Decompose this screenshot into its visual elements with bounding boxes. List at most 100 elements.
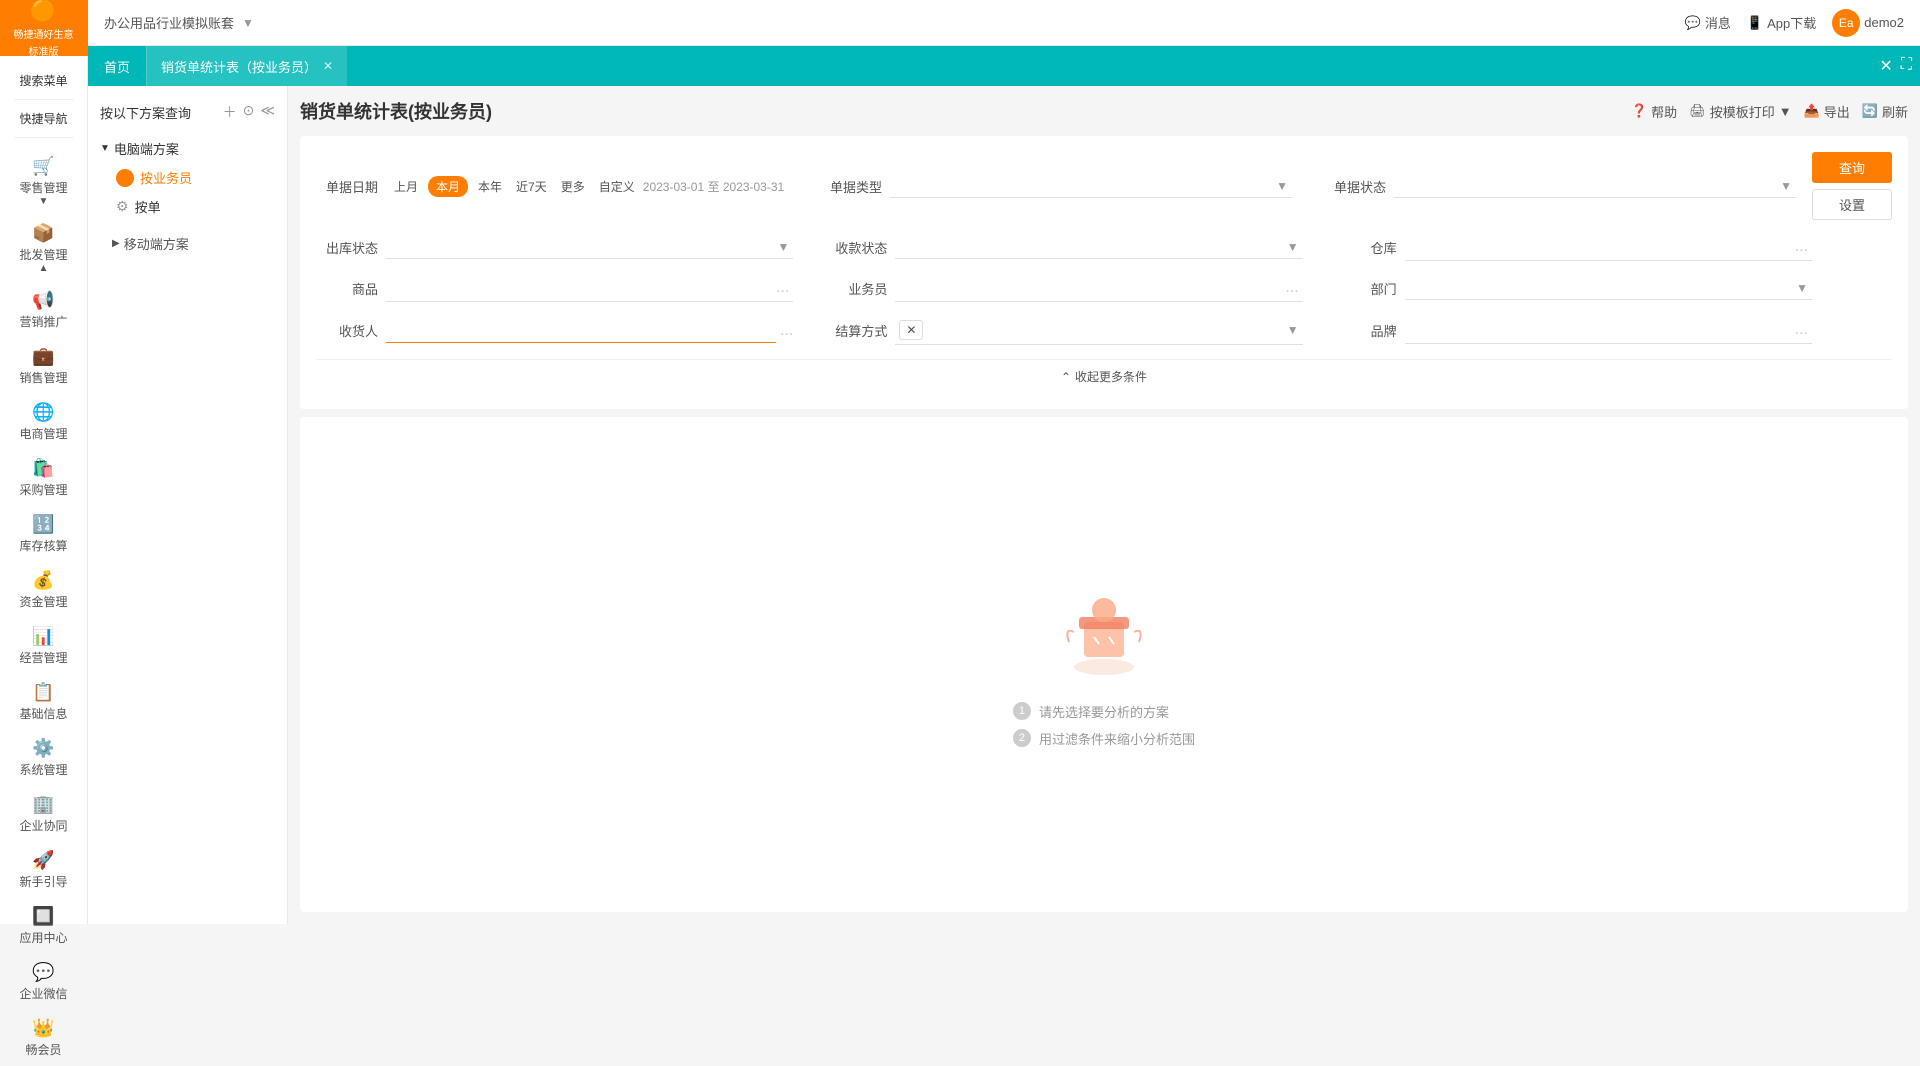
date-tab-more[interactable]: 更多 bbox=[557, 176, 589, 197]
sidebar-item-system[interactable]: ⚙️ 系统管理 bbox=[0, 730, 87, 786]
refresh-icon: 🔄 bbox=[1862, 103, 1878, 119]
empty-icon bbox=[1054, 582, 1154, 682]
salesman-scheme-dot bbox=[116, 169, 134, 187]
receiver-dots[interactable]: ... bbox=[780, 322, 793, 340]
sidebar-quick-nav[interactable]: 快捷导航 bbox=[19, 104, 67, 133]
sidebar-item-purchase[interactable]: 🛍️ 采购管理 bbox=[0, 450, 87, 506]
sidebar-item-purchase-label: 采购管理 bbox=[19, 481, 67, 498]
goods-select[interactable]: ... bbox=[386, 275, 793, 302]
pc-scheme-section: ▼ 电脑端方案 按业务员 ⚙ 按单 bbox=[88, 130, 287, 225]
sidebar-item-inventory[interactable]: 🔢 库存核算 bbox=[0, 506, 87, 562]
tip-2-num: 2 bbox=[1013, 729, 1031, 747]
edit-scheme-btn[interactable]: ⊙ bbox=[243, 102, 255, 122]
collapse-bar[interactable]: ⌃ 收起更多条件 bbox=[316, 359, 1892, 393]
msg-btn[interactable]: 💬 消息 bbox=[1685, 13, 1731, 32]
user-section[interactable]: Ea demo2 bbox=[1832, 9, 1904, 37]
doc-status-arrow: ▼ bbox=[1780, 179, 1792, 193]
sidebar-item-retail[interactable]: 🛒 零售管理 ▼ bbox=[0, 148, 87, 215]
page-title-area: 销货单统计表(按业务员) ❓ 帮助 🖨 按模板打印 ▼ 📤 导出 bbox=[300, 98, 1908, 124]
out-status-select[interactable]: ▼ bbox=[386, 236, 793, 259]
receiver-input[interactable] bbox=[386, 319, 776, 343]
scheme-item-salesman[interactable]: 按业务员 bbox=[88, 163, 287, 192]
filter-receiver: 收货人 ... bbox=[316, 319, 793, 343]
top-header-left: 办公用品行业模拟账套 ▼ bbox=[104, 13, 254, 32]
filter-out-status: 出库状态 ▼ bbox=[316, 236, 793, 259]
app-download-btn[interactable]: 📱 App下载 bbox=[1747, 13, 1816, 32]
dept-label: 部门 bbox=[1335, 279, 1405, 298]
sidebar-item-marketing[interactable]: 📢 营销推广 bbox=[0, 282, 87, 338]
sidebar-item-sales[interactable]: 💼 销售管理 bbox=[0, 338, 87, 394]
sidebar-item-member-label: 畅会员 bbox=[25, 1041, 61, 1058]
sidebar-item-wholesale[interactable]: 📦 批发管理 ▲ bbox=[0, 215, 87, 282]
sidebar-item-enterprise[interactable]: 🏢 企业协同 bbox=[0, 786, 87, 842]
print-btn[interactable]: 🖨 按模板打印 ▼ bbox=[1689, 102, 1791, 121]
date-tabs: 上月 本月 本年 近7天 更多 自定义 bbox=[390, 176, 639, 197]
goods-dots[interactable]: ... bbox=[776, 279, 789, 297]
export-btn[interactable]: 📤 导出 bbox=[1804, 102, 1850, 121]
sidebar-item-apps[interactable]: 🔲 应用中心 bbox=[0, 898, 87, 954]
sidebar-item-sales-label: 销售管理 bbox=[19, 369, 67, 386]
sidebar-item-operation[interactable]: 📊 经营管理 bbox=[0, 618, 87, 674]
doc-status-select[interactable]: ▼ bbox=[1394, 175, 1796, 198]
date-tab-lastmonth[interactable]: 上月 bbox=[390, 176, 422, 197]
salesman-select[interactable]: ... bbox=[895, 275, 1302, 302]
settle-tag-x[interactable]: ✕ bbox=[906, 323, 916, 337]
warehouse-dots[interactable]: ... bbox=[1795, 238, 1808, 256]
sidebar: 🟠 畅捷通好生意 标准版 搜索菜单 快捷导航 🛒 零售管理 ▼ 📦 批发管理 ▲… bbox=[0, 0, 88, 924]
sidebar-item-guide-label: 新手引导 bbox=[19, 873, 67, 890]
mobile-scheme-header[interactable]: ▶ 移动端方案 bbox=[88, 229, 287, 258]
main-area: 办公用品行业模拟账套 ▼ 💬 消息 📱 App下载 Ea demo2 首页 bbox=[88, 0, 1920, 924]
scheme-item-order-label: 按单 bbox=[135, 197, 161, 216]
sidebar-item-guide[interactable]: 🚀 新手引导 bbox=[0, 842, 87, 898]
ecommerce-icon: 🌐 bbox=[32, 402, 54, 423]
scheme-item-order[interactable]: ⚙ 按单 bbox=[88, 192, 287, 221]
window-minimize-btn[interactable]: ✕ bbox=[1879, 56, 1892, 76]
add-scheme-btn[interactable]: ＋ bbox=[223, 102, 237, 122]
dept-select[interactable]: ▼ bbox=[1405, 277, 1812, 300]
date-tab-7days[interactable]: 近7天 bbox=[512, 176, 551, 197]
warehouse-select[interactable]: ... bbox=[1405, 234, 1812, 261]
salesman-dots[interactable]: ... bbox=[1285, 279, 1298, 297]
tab-home[interactable]: 首页 bbox=[88, 46, 146, 86]
doc-type-select[interactable]: ▼ bbox=[890, 175, 1292, 198]
purchase-icon: 🛍️ bbox=[32, 458, 54, 479]
settle-select[interactable]: ✕ ▼ bbox=[895, 316, 1302, 345]
pc-scheme-header[interactable]: ▼ 电脑端方案 bbox=[88, 134, 287, 163]
tab-sales-stat[interactable]: 销货单统计表（按业务员） ✕ bbox=[146, 46, 347, 86]
sidebar-item-ecommerce[interactable]: 🌐 电商管理 bbox=[0, 394, 87, 450]
sidebar-item-wechat[interactable]: 💬 企业微信 bbox=[0, 954, 87, 1010]
filter-date: 单据日期 上月 本月 本年 近7天 更多 自定义 2023-03-01 至 20… bbox=[316, 176, 788, 197]
help-btn[interactable]: ❓ 帮助 bbox=[1631, 102, 1677, 121]
collapse-arrow: ⌃ bbox=[1061, 370, 1071, 384]
date-tab-custom[interactable]: 自定义 bbox=[595, 176, 639, 197]
msg-icon: 💬 bbox=[1685, 15, 1701, 31]
sidebar-item-finance[interactable]: 💰 资金管理 bbox=[0, 562, 87, 618]
tab-close-icon[interactable]: ✕ bbox=[323, 59, 333, 73]
sidebar-item-wechat-label: 企业微信 bbox=[19, 985, 67, 1002]
logo[interactable]: 🟠 畅捷通好生意 标准版 bbox=[0, 0, 88, 56]
refresh-btn[interactable]: 🔄 刷新 bbox=[1862, 102, 1908, 121]
window-maximize-btn[interactable]: ⛶ bbox=[1901, 56, 1912, 76]
tip-2-text: 用过滤条件来缩小分析范围 bbox=[1039, 729, 1195, 748]
top-title-dropdown-icon[interactable]: ▼ bbox=[242, 16, 254, 30]
doc-type-arrow: ▼ bbox=[1276, 179, 1288, 193]
basic-icon: 📋 bbox=[32, 682, 54, 703]
empty-tip-1: 1 请先选择要分析的方案 bbox=[1013, 702, 1195, 721]
tab-window-controls: ✕ ⛶ bbox=[1879, 56, 1912, 76]
date-tab-thisyear[interactable]: 本年 bbox=[474, 176, 506, 197]
top-header: 办公用品行业模拟账套 ▼ 💬 消息 📱 App下载 Ea demo2 bbox=[88, 0, 1920, 46]
sidebar-item-member[interactable]: 👑 畅会员 bbox=[0, 1010, 87, 1066]
pay-status-select[interactable]: ▼ bbox=[895, 236, 1302, 259]
settings-button[interactable]: 设置 bbox=[1812, 189, 1892, 220]
sidebar-search-label[interactable]: 搜索菜单 bbox=[19, 66, 67, 95]
sales-icon: 💼 bbox=[32, 346, 54, 367]
date-tab-thismonth[interactable]: 本月 bbox=[428, 176, 468, 197]
settle-label: 结算方式 bbox=[825, 321, 895, 340]
marketing-icon: 📢 bbox=[32, 290, 54, 311]
collapse-panel-btn[interactable]: ≪ bbox=[260, 102, 275, 122]
brand-dots[interactable]: ... bbox=[1795, 321, 1808, 339]
print-icon: 🖨 bbox=[1689, 103, 1706, 119]
sidebar-item-basic[interactable]: 📋 基础信息 bbox=[0, 674, 87, 730]
query-button[interactable]: 查询 bbox=[1812, 152, 1892, 183]
brand-select[interactable]: ... bbox=[1405, 317, 1812, 344]
